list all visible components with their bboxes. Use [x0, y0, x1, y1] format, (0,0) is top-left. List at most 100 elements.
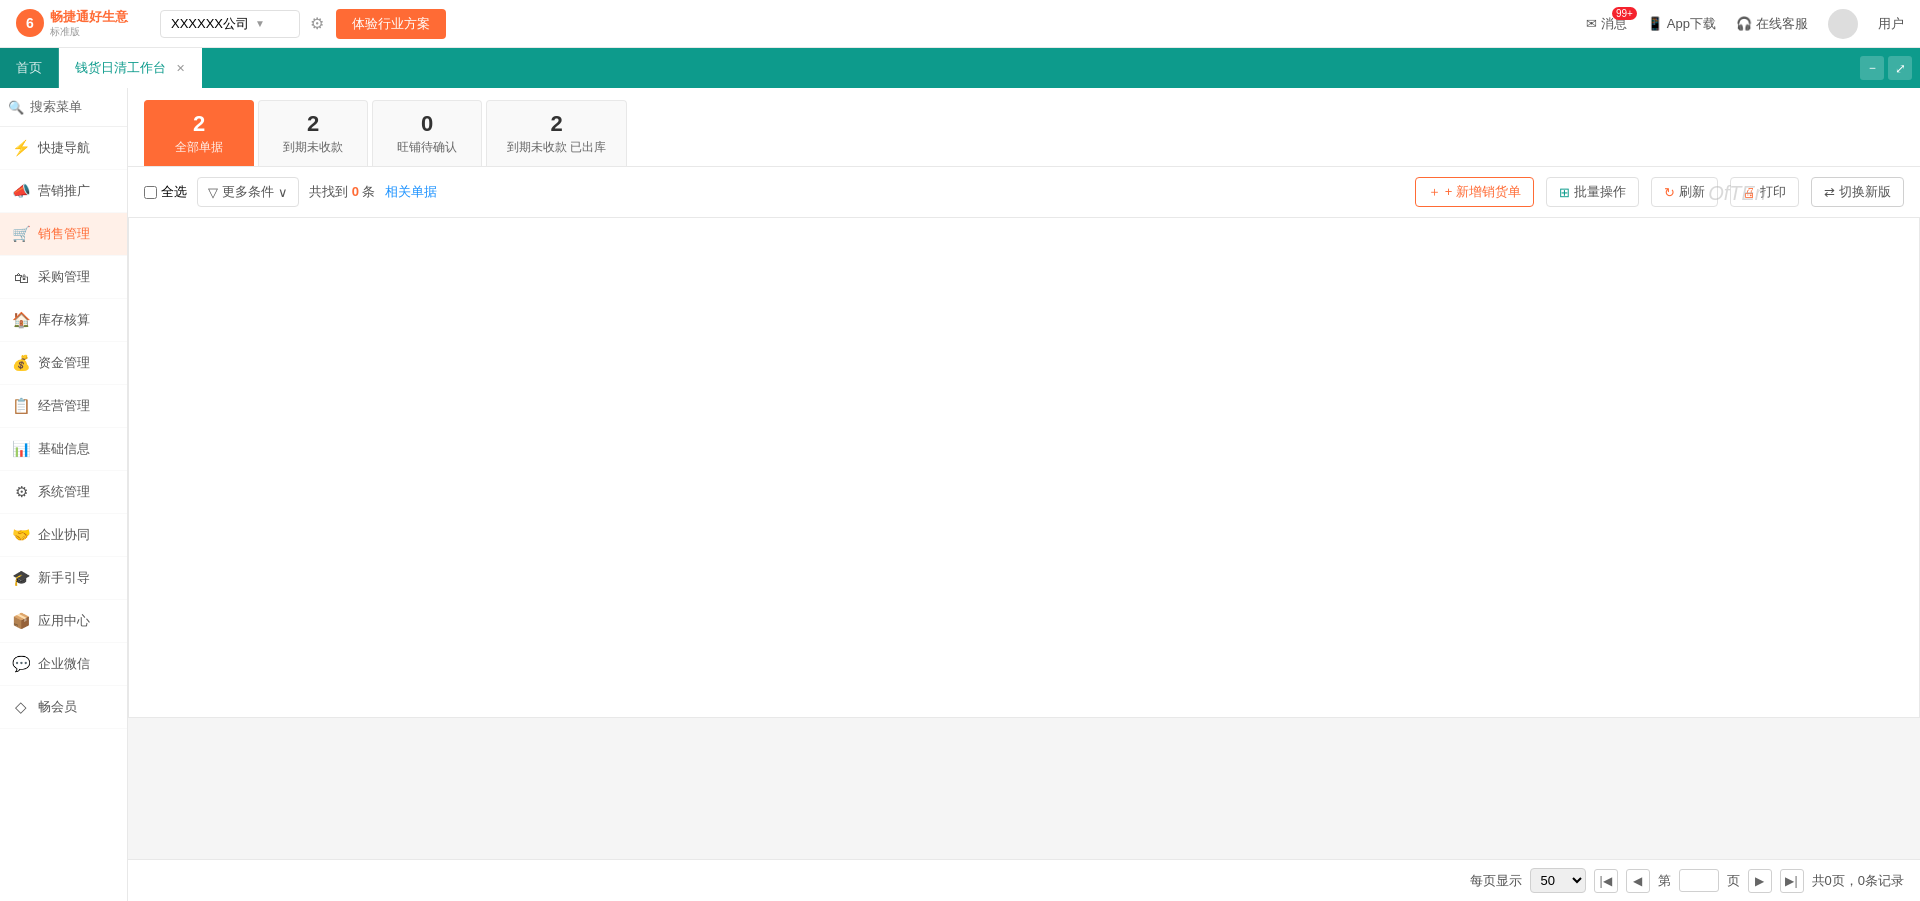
sidebar-label-purchase: 采购管理: [38, 268, 90, 286]
prev-page-button[interactable]: ◀: [1626, 869, 1650, 893]
sidebar-item-operations[interactable]: 📋 经营管理: [0, 385, 127, 428]
batch-button[interactable]: ⊞ 批量操作: [1546, 177, 1639, 207]
next-page-button[interactable]: ▶: [1748, 869, 1772, 893]
batch-icon: ⊞: [1559, 185, 1570, 200]
bag-icon: 🛍: [12, 269, 30, 286]
phone-icon: 📱: [1647, 16, 1663, 31]
tab-home[interactable]: 首页: [0, 48, 59, 88]
stat-tab-overdue-unshipped[interactable]: 2 到期未收款 已出库: [486, 100, 627, 166]
message-button[interactable]: ✉ 消息 99+: [1586, 15, 1627, 33]
chat-icon: 💬: [12, 655, 30, 673]
box-icon: 📦: [12, 612, 30, 630]
house-icon: 🏠: [12, 311, 30, 329]
refresh-button[interactable]: ↻ 刷新: [1651, 177, 1718, 207]
headset-icon: 🎧: [1736, 16, 1752, 31]
sidebar-item-purchase[interactable]: 🛍 采购管理: [0, 256, 127, 299]
avatar[interactable]: [1828, 9, 1858, 39]
sidebar-item-cooperation[interactable]: 🤝 企业协同: [0, 514, 127, 557]
handshake-icon: 🤝: [12, 526, 30, 544]
last-page-button[interactable]: ▶|: [1780, 869, 1804, 893]
sidebar-item-app-center[interactable]: 📦 应用中心: [0, 600, 127, 643]
company-name: XXXXXX公司: [171, 15, 249, 33]
print-button[interactable]: 🖨 打印: [1730, 177, 1799, 207]
search-menu[interactable]: 🔍 搜索菜单: [0, 88, 127, 127]
stat-label-all: 全部单据: [165, 139, 233, 156]
per-page-select[interactable]: 50 100 200: [1530, 868, 1586, 893]
stat-tab-all[interactable]: 2 全部单据: [144, 100, 254, 166]
pagination-bar: 每页显示 50 100 200 |◀ ◀ 第 1 页 ▶ ▶| 共0页，0条记录: [128, 859, 1920, 901]
message-badge: 99+: [1612, 7, 1637, 20]
table-area: [128, 218, 1920, 718]
related-link[interactable]: 相关单据: [385, 183, 437, 201]
stat-num-all: 2: [165, 111, 233, 137]
toolbar-right: ＋ + 新增销货单 ⊞ 批量操作 ↻ 刷新 🖨 打印 ⇄ 切换新版: [1415, 177, 1904, 207]
sidebar-label-sales: 销售管理: [38, 225, 90, 243]
sidebar-item-guide[interactable]: 🎓 新手引导: [0, 557, 127, 600]
maximize-button[interactable]: ⤢: [1888, 56, 1912, 80]
sidebar-label-cooperation: 企业协同: [38, 526, 90, 544]
trial-button[interactable]: 体验行业方案: [336, 9, 446, 39]
tab-workspace-label: 钱货日清工作台: [75, 59, 166, 77]
filter-icon: ▽: [208, 185, 218, 200]
sidebar-item-enterprise-wechat[interactable]: 💬 企业微信: [0, 643, 127, 686]
sidebar-item-quick-nav[interactable]: ⚡ 快捷导航: [0, 127, 127, 170]
print-icon: 🖨: [1743, 185, 1756, 200]
sidebar-label-inventory: 库存核算: [38, 311, 90, 329]
sidebar-label-marketing: 营销推广: [38, 182, 90, 200]
add-sale-button[interactable]: ＋ + 新增销货单: [1415, 177, 1534, 207]
switch-version-button[interactable]: ⇄ 切换新版: [1811, 177, 1904, 207]
chart-icon: 📊: [12, 440, 30, 458]
switch-label: 切换新版: [1839, 183, 1891, 201]
stat-tab-overdue[interactable]: 2 到期未收款: [258, 100, 368, 166]
sidebar-label-operations: 经营管理: [38, 397, 90, 415]
found-unit: 条: [362, 184, 375, 199]
sidebar-item-basics[interactable]: 📊 基础信息: [0, 428, 127, 471]
select-all-label: 全选: [161, 183, 187, 201]
search-icon: 🔍: [8, 100, 24, 115]
username[interactable]: 用户: [1878, 15, 1904, 33]
first-page-button[interactable]: |◀: [1594, 869, 1618, 893]
logo-icon: 6: [16, 9, 44, 37]
stat-tab-wangdian[interactable]: 0 旺铺待确认: [372, 100, 482, 166]
sidebar-label-guide: 新手引导: [38, 569, 90, 587]
search-menu-label: 搜索菜单: [30, 98, 82, 116]
service-label: 在线客服: [1756, 15, 1808, 33]
sidebar-label-quick-nav: 快捷导航: [38, 139, 90, 157]
cart-icon: 🛒: [12, 225, 30, 243]
toolbar: 全选 ▽ 更多条件 ∨ 共找到 0 条 相关单据 ＋ + 新增销货单 ⊞ 批量操…: [128, 167, 1920, 218]
total-text: 共0页，0条记录: [1812, 872, 1904, 890]
refresh-label: 刷新: [1679, 183, 1705, 201]
sidebar-item-sales[interactable]: 🛒 销售管理: [0, 213, 127, 256]
app-download-button[interactable]: 📱 App下载: [1647, 15, 1716, 33]
stat-label-overdue: 到期未收款: [279, 139, 347, 156]
top-header: 6 畅捷通好生意 标准版 XXXXXX公司 ▼ ⚙ 体验行业方案 ✉ 消息 99…: [0, 0, 1920, 48]
sidebar-item-inventory[interactable]: 🏠 库存核算: [0, 299, 127, 342]
page-input[interactable]: 1: [1679, 869, 1719, 892]
sidebar-label-enterprise-wechat: 企业微信: [38, 655, 90, 673]
stat-label-overdue-unshipped: 到期未收款 已出库: [507, 139, 606, 156]
online-service-button[interactable]: 🎧 在线客服: [1736, 15, 1808, 33]
tab-home-label: 首页: [16, 59, 42, 77]
tab-workspace[interactable]: 钱货日清工作台 ✕: [59, 48, 202, 88]
sidebar-item-system[interactable]: ⚙ 系统管理: [0, 471, 127, 514]
select-all-input[interactable]: [144, 186, 157, 199]
minimize-button[interactable]: －: [1860, 56, 1884, 80]
lightning-icon: ⚡: [12, 139, 30, 157]
found-prefix: 共找到: [309, 184, 348, 199]
select-all-checkbox[interactable]: 全选: [144, 183, 187, 201]
filter-button[interactable]: ▽ 更多条件 ∨: [197, 177, 299, 207]
sidebar-item-member[interactable]: ◇ 畅会员: [0, 686, 127, 729]
settings-icon[interactable]: ⚙: [310, 14, 324, 33]
page-suffix: 页: [1727, 872, 1740, 890]
sidebar-item-finance[interactable]: 💰 资金管理: [0, 342, 127, 385]
sidebar-item-marketing[interactable]: 📣 营销推广: [0, 170, 127, 213]
sidebar-label-app-center: 应用中心: [38, 612, 90, 630]
logo-text: 畅捷通好生意 标准版: [50, 9, 128, 39]
close-icon[interactable]: ✕: [176, 62, 185, 75]
logo-area: 6 畅捷通好生意 标准版: [16, 9, 144, 39]
refresh-icon: ↻: [1664, 185, 1675, 200]
brand-tag: 标准版: [50, 25, 128, 38]
megaphone-icon: 📣: [12, 182, 30, 200]
sidebar-label-system: 系统管理: [38, 483, 90, 501]
company-selector[interactable]: XXXXXX公司 ▼: [160, 10, 300, 38]
